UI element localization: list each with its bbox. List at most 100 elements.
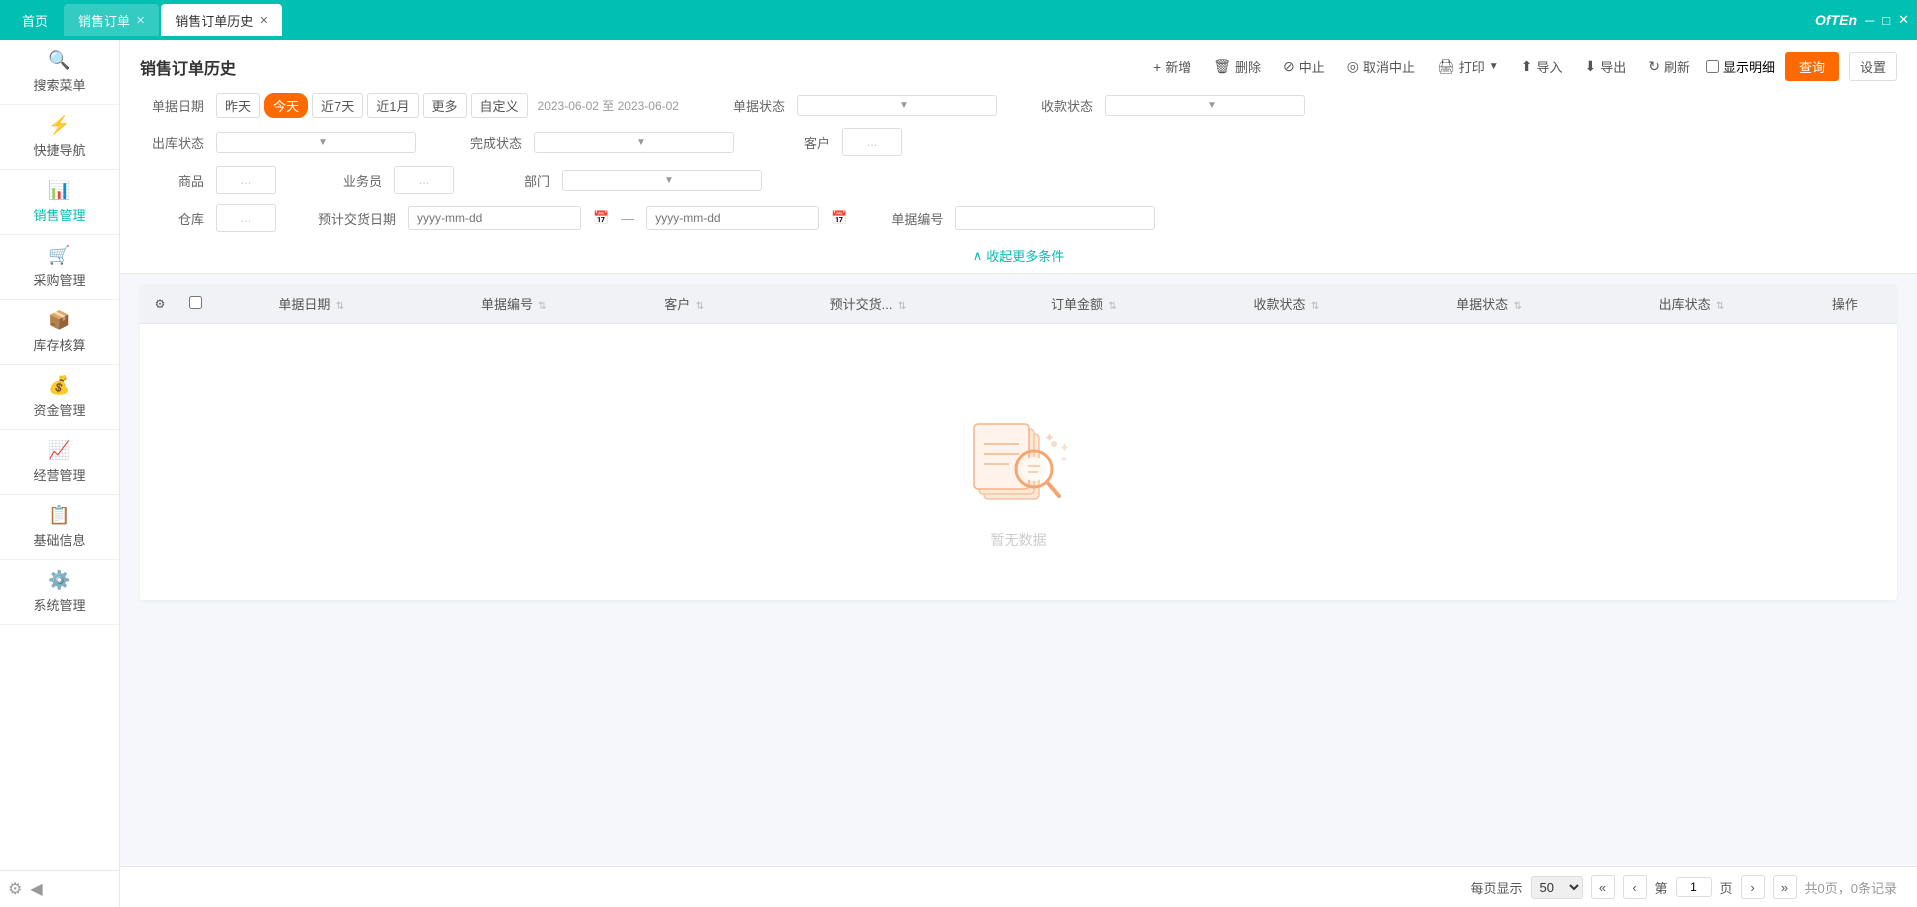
refresh-button[interactable]: ↻ 刷新 (1642, 53, 1696, 80)
th-checkbox[interactable] (180, 284, 210, 324)
th-order-status[interactable]: 单据状态 ⇅ (1388, 284, 1591, 324)
date-btn-yesterday[interactable]: 昨天 (216, 93, 260, 118)
tab-home[interactable]: 首页 (8, 4, 62, 36)
department-select[interactable]: ▼ (562, 170, 762, 191)
show-detail-checkbox[interactable] (1706, 60, 1719, 73)
export-button[interactable]: ⬇ 导出 (1578, 53, 1632, 80)
product-filter-label: 商品 (140, 171, 204, 190)
date-sort-icon[interactable]: ⇅ (336, 301, 344, 312)
department-filter-label: 部门 (486, 171, 550, 190)
tab-home-label: 首页 (22, 11, 48, 30)
sidebar-item-search[interactable]: 🔍 搜索菜单 (0, 40, 119, 105)
tab-sales-order-close[interactable]: ✕ (136, 14, 145, 27)
th-date[interactable]: 单据日期 ⇅ (210, 284, 413, 324)
delivery-date-end[interactable] (646, 206, 819, 230)
window-minimize-btn[interactable]: ─ (1865, 13, 1874, 28)
th-order-no-label: 单据编号 (481, 297, 533, 312)
customer-sort-icon[interactable]: ⇅ (696, 301, 704, 312)
th-amount[interactable]: 订单金额 ⇅ (983, 284, 1186, 324)
payment-sort-icon[interactable]: ⇅ (1311, 301, 1319, 312)
tab-sales-history[interactable]: 销售订单历史 ✕ (161, 4, 282, 36)
sidebar-collapse-icon[interactable]: ◀ (30, 879, 42, 899)
th-settings[interactable]: ⚙ (140, 284, 180, 324)
import-label: 导入 (1536, 57, 1562, 76)
print-button[interactable]: 🖨 打印 ▼ (1431, 53, 1505, 80)
window-maximize-btn[interactable]: □ (1882, 13, 1890, 28)
settings-button[interactable]: 设置 (1849, 52, 1897, 81)
empty-area: ✦ ✦ 暂无数据 (148, 334, 1889, 590)
first-page-button[interactable]: « (1591, 875, 1615, 899)
sidebar-item-sales[interactable]: 📊 销售管理 (0, 170, 119, 235)
delivery-date-calendar-icon[interactable]: 📅 (593, 210, 609, 226)
window-close-btn[interactable]: ✕ (1898, 12, 1909, 28)
delete-button[interactable]: 🗑 删除 (1207, 53, 1267, 80)
complete-select[interactable]: ▼ (534, 132, 734, 153)
new-button[interactable]: + 新增 (1147, 53, 1197, 80)
product-select[interactable]: ... (216, 166, 276, 194)
th-delivery[interactable]: 预计交货... ⇅ (753, 284, 982, 324)
date-btn-today-label: 今天 (273, 99, 299, 114)
date-btn-1month[interactable]: 近1月 (367, 93, 418, 118)
collapse-bar[interactable]: ∧ 收起更多条件 (140, 242, 1897, 265)
sidebar-item-inventory[interactable]: 📦 库存核算 (0, 300, 119, 365)
warehouse-select[interactable]: ... (216, 204, 276, 232)
sidebar-item-system[interactable]: ⚙️ 系统管理 (0, 560, 119, 625)
sidebar-item-finance[interactable]: 💰 资金管理 (0, 365, 119, 430)
page-header: 销售订单历史 + 新增 🗑 删除 ⊘ 中止 ◎ (120, 40, 1917, 274)
th-stock-status[interactable]: 出库状态 ⇅ (1590, 284, 1793, 324)
delivery-date-start[interactable] (408, 206, 581, 230)
tab-sales-order[interactable]: 销售订单 ✕ (64, 4, 159, 36)
sidebar-item-basic-info[interactable]: 📋 基础信息 (0, 495, 119, 560)
date-btn-7days-label: 近7天 (321, 99, 354, 114)
sidebar: 🔍 搜索菜单 ⚡ 快捷导航 📊 销售管理 🛒 采购管理 📦 库存核算 💰 资金管… (0, 40, 120, 907)
stop-button[interactable]: ⊘ 中止 (1277, 53, 1331, 80)
th-customer[interactable]: 客户 ⇅ (615, 284, 753, 324)
salesperson-select[interactable]: ... (394, 166, 454, 194)
th-payment-status[interactable]: 收款状态 ⇅ (1185, 284, 1388, 324)
delivery-sort-icon[interactable]: ⇅ (898, 301, 906, 312)
page-label: 第 (1655, 878, 1668, 897)
order-no-sort-icon[interactable]: ⇅ (538, 301, 546, 312)
status-select[interactable]: ▼ (797, 95, 997, 116)
payment-select[interactable]: ▼ (1105, 95, 1305, 116)
show-detail-checkbox-label[interactable]: 显示明细 (1706, 57, 1775, 76)
tab-sales-history-close[interactable]: ✕ (259, 14, 268, 27)
customer-filter-label: 客户 (766, 133, 830, 152)
filter-row-4: 仓库 ... 预计交货日期 📅 — 📅 单据编号 (140, 204, 1897, 232)
date-btn-more[interactable]: 更多 (423, 93, 467, 118)
print-icon: 🖨 (1437, 58, 1455, 75)
amount-sort-icon[interactable]: ⇅ (1108, 301, 1116, 312)
stock-out-select[interactable]: ▼ (216, 132, 416, 153)
query-button[interactable]: 查询 (1785, 52, 1839, 81)
print-dropdown-icon: ▼ (1489, 61, 1499, 72)
order-status-sort-icon[interactable]: ⇅ (1513, 301, 1521, 312)
customer-select[interactable]: ... (842, 128, 902, 156)
sidebar-item-quick-nav[interactable]: ⚡ 快捷导航 (0, 105, 119, 170)
page-number-input[interactable] (1676, 877, 1712, 897)
next-page-button[interactable]: › (1741, 875, 1765, 899)
date-btn-yesterday-label: 昨天 (225, 99, 251, 114)
th-order-no[interactable]: 单据编号 ⇅ (413, 284, 616, 324)
delivery-date-end-calendar-icon[interactable]: 📅 (831, 210, 847, 226)
sidebar-settings-icon[interactable]: ⚙ (8, 879, 22, 899)
warehouse-ellipsis: ... (241, 210, 252, 225)
cancel-stop-button[interactable]: ◎ 取消中止 (1341, 53, 1421, 80)
sidebar-item-purchase[interactable]: 🛒 采购管理 (0, 235, 119, 300)
date-btn-custom[interactable]: 自定义 (471, 93, 528, 118)
sidebar-item-operations[interactable]: 📈 经营管理 (0, 430, 119, 495)
select-all-checkbox[interactable] (189, 296, 202, 309)
order-no-input[interactable] (955, 206, 1155, 230)
purchase-icon: 🛒 (48, 245, 70, 266)
date-btn-today[interactable]: 今天 (264, 93, 308, 118)
prev-page-button[interactable]: ‹ (1623, 875, 1647, 899)
date-range-text: 2023-06-02 至 2023-06-02 (538, 97, 679, 114)
query-label: 查询 (1799, 57, 1825, 76)
stock-sort-icon[interactable]: ⇅ (1716, 301, 1724, 312)
import-button[interactable]: ⬆ 导入 (1515, 53, 1569, 80)
operations-icon: 📈 (48, 440, 70, 461)
last-page-button[interactable]: » (1773, 875, 1797, 899)
page-size-select[interactable]: 50 10 20 100 (1531, 876, 1583, 899)
filter-row-1: 单据日期 昨天 今天 近7天 近1月 (140, 93, 1897, 118)
date-btn-7days[interactable]: 近7天 (312, 93, 363, 118)
table-area: ⚙ 单据日期 ⇅ 单据编号 ⇅ 客户 (120, 274, 1917, 866)
